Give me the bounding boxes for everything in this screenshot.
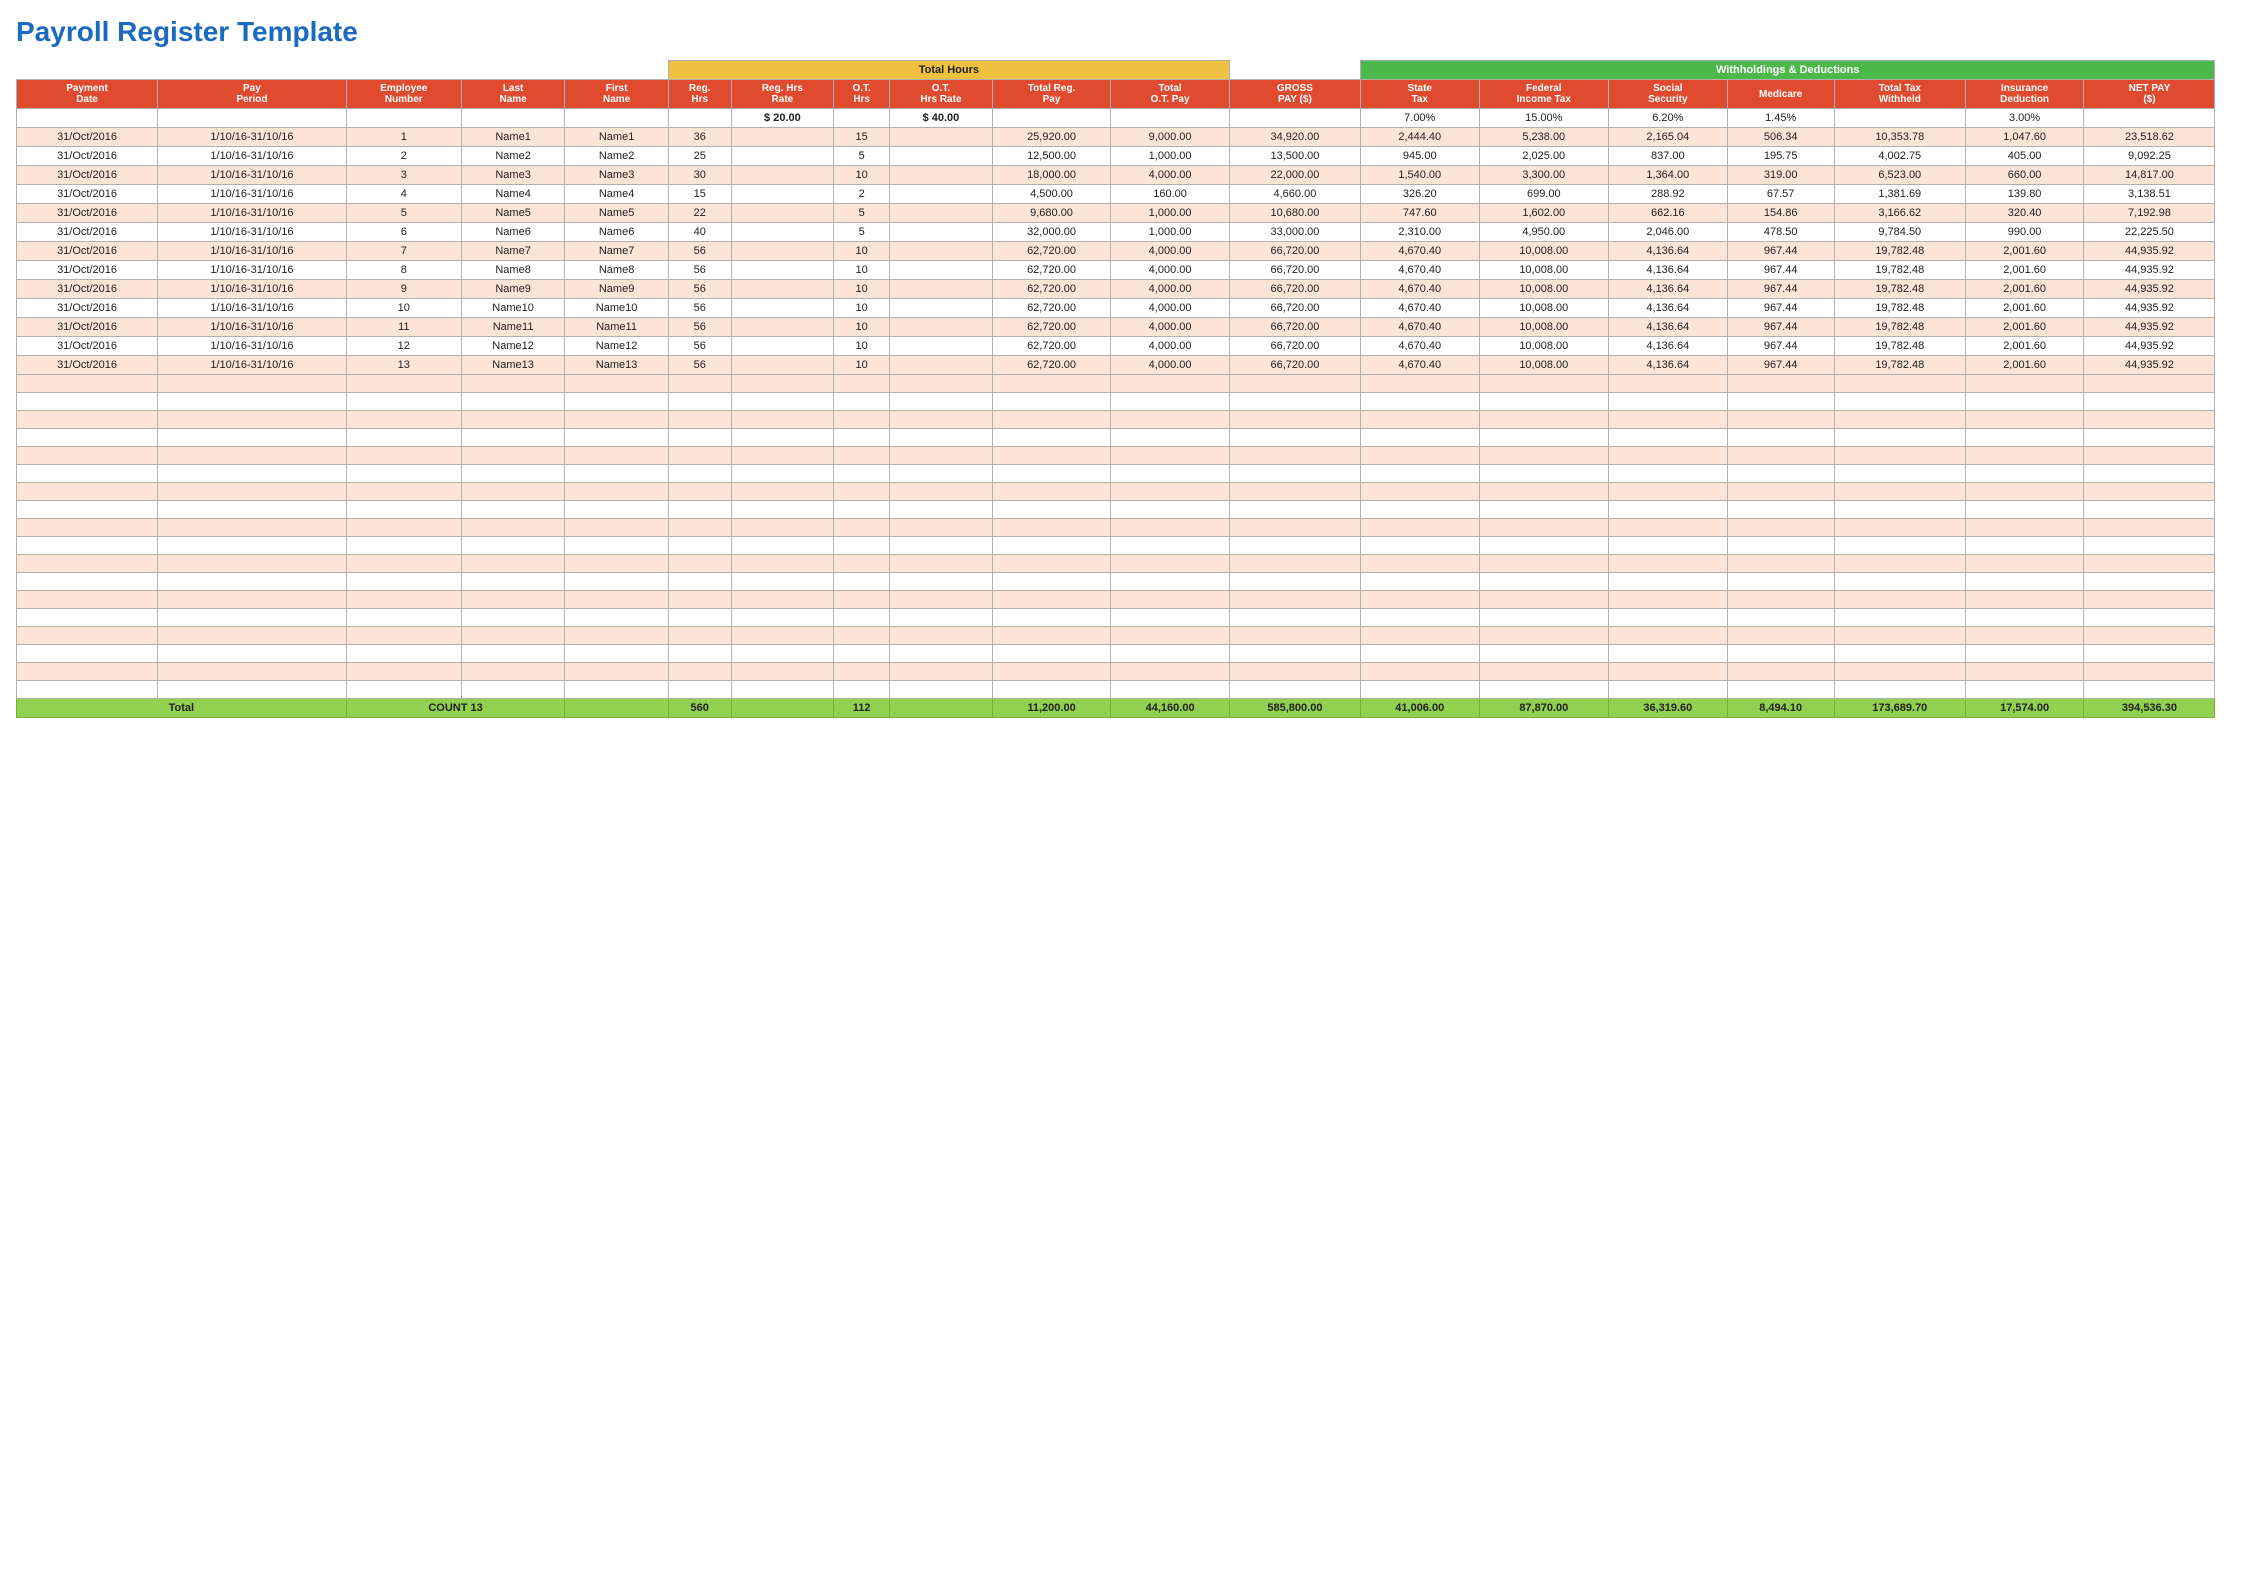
total-ot-hrs: 112 [834,699,890,718]
default-federal-income-tax: 15.00% [1479,109,1609,128]
empty-row [17,663,2234,681]
col-gross-pay: GROSSPAY ($) [1229,80,1360,109]
total-ot-rate [890,699,993,718]
payroll-table: Total Hours Withholdings & Deductions Pa… [16,60,2234,718]
empty-row [17,501,2234,519]
empty-row [17,393,2234,411]
default-social-security: 6.20% [1609,109,1728,128]
empty-row [17,519,2234,537]
total-reg-hrs: 560 [668,699,731,718]
table-row: 31/Oct/20161/10/16-31/10/1611Name11Name1… [17,318,2234,337]
table-row: 31/Oct/20161/10/16-31/10/1613Name13Name1… [17,356,2234,375]
empty-row [17,681,2234,699]
empty-row [17,447,2234,465]
table-row: 31/Oct/20161/10/16-31/10/1610Name10Name1… [17,299,2234,318]
empty-row [17,537,2234,555]
table-wrapper: Total Hours Withholdings & Deductions Pa… [16,60,2234,718]
col-total-reg-pay: Total Reg.Pay [992,80,1111,109]
table-row: 31/Oct/20161/10/16-31/10/166Name6Name640… [17,223,2234,242]
empty-row [17,429,2234,447]
col-pay-period: PayPeriod [158,80,347,109]
total-reg-rate [731,699,834,718]
total-gross-pay: 585,800.00 [1229,699,1360,718]
default-ot-rate: $ 40.00 [890,109,993,128]
table-row: 31/Oct/20161/10/16-31/10/1612Name12Name1… [17,337,2234,356]
default-insurance-deduction: 3.00% [1965,109,2084,128]
default-reg-rate: $ 20.00 [731,109,834,128]
empty-row [17,465,2234,483]
col-net-pay: NET PAY($) [2084,80,2215,109]
group-header-row: Total Hours Withholdings & Deductions [17,61,2234,80]
empty-row [17,573,2234,591]
table-row: 31/Oct/20161/10/16-31/10/167Name7Name756… [17,242,2234,261]
total-total-ot-pay: 44,160.00 [1111,699,1230,718]
rate-row: $ 20.00 $ 40.00 7.00% 15.00% 6.20% 1.45%… [17,109,2234,128]
page-title: Payroll Register Template [16,16,2234,48]
col-ot-hrs: O.T.Hrs [834,80,890,109]
table-row: 31/Oct/20161/10/16-31/10/161Name1Name136… [17,128,2234,147]
total-hours-header: Total Hours [668,61,1229,80]
total-fed-income-tax: 87,870.00 [1479,699,1609,718]
empty-row [17,627,2234,645]
empty-row [17,645,2234,663]
col-emp-number: EmployeeNumber [346,80,461,109]
col-state-tax: StateTax [1360,80,1479,109]
col-reg-hrs: Reg.Hrs [668,80,731,109]
withholdings-header: Withholdings & Deductions [1360,61,2215,80]
empty-row [17,375,2234,393]
total-row: Total COUNT 13 560 112 11,200.00 44,160.… [17,699,2234,718]
col-last-name: LastName [461,80,565,109]
table-row: 31/Oct/20161/10/16-31/10/163Name3Name330… [17,166,2234,185]
col-insurance-deduction: InsuranceDeduction [1965,80,2084,109]
col-first-name: FirstName [565,80,669,109]
col-total-ot-pay: TotalO.T. Pay [1111,80,1230,109]
table-row: 31/Oct/20161/10/16-31/10/164Name4Name415… [17,185,2234,204]
total-total-withheld: 173,689.70 [1834,699,1965,718]
total-label: Total [17,699,347,718]
table-row: 31/Oct/20161/10/16-31/10/168Name8Name856… [17,261,2234,280]
total-medicare: 8,494.10 [1727,699,1834,718]
empty-row [17,591,2234,609]
empty-row [17,483,2234,501]
total-state-tax: 41,006.00 [1360,699,1479,718]
empty-row [17,411,2234,429]
col-ot-hrs-rate: O.T.Hrs Rate [890,80,993,109]
col-social-security: SocialSecurity [1609,80,1728,109]
empty-row [17,609,2234,627]
table-row: 31/Oct/20161/10/16-31/10/169Name9Name956… [17,280,2234,299]
total-count: COUNT 13 [346,699,565,718]
default-state-tax: 7.00% [1360,109,1479,128]
table-row: 31/Oct/20161/10/16-31/10/165Name5Name522… [17,204,2234,223]
col-federal-income-tax: FederalIncome Tax [1479,80,1609,109]
col-total-tax-withheld: Total TaxWithheld [1834,80,1965,109]
total-total-reg-pay: 11,200.00 [992,699,1111,718]
column-headers-row: PaymentDate PayPeriod EmployeeNumber Las… [17,80,2234,109]
empty-row [17,555,2234,573]
total-social-security: 36,319.60 [1609,699,1728,718]
col-reg-hrs-rate: Reg. HrsRate [731,80,834,109]
total-net-pay: 394,536.30 [2084,699,2215,718]
col-medicare: Medicare [1727,80,1834,109]
total-insurance-ded: 17,574.00 [1965,699,2084,718]
default-medicare: 1.45% [1727,109,1834,128]
table-row: 31/Oct/20161/10/16-31/10/162Name2Name225… [17,147,2234,166]
col-payment-date: PaymentDate [17,80,158,109]
